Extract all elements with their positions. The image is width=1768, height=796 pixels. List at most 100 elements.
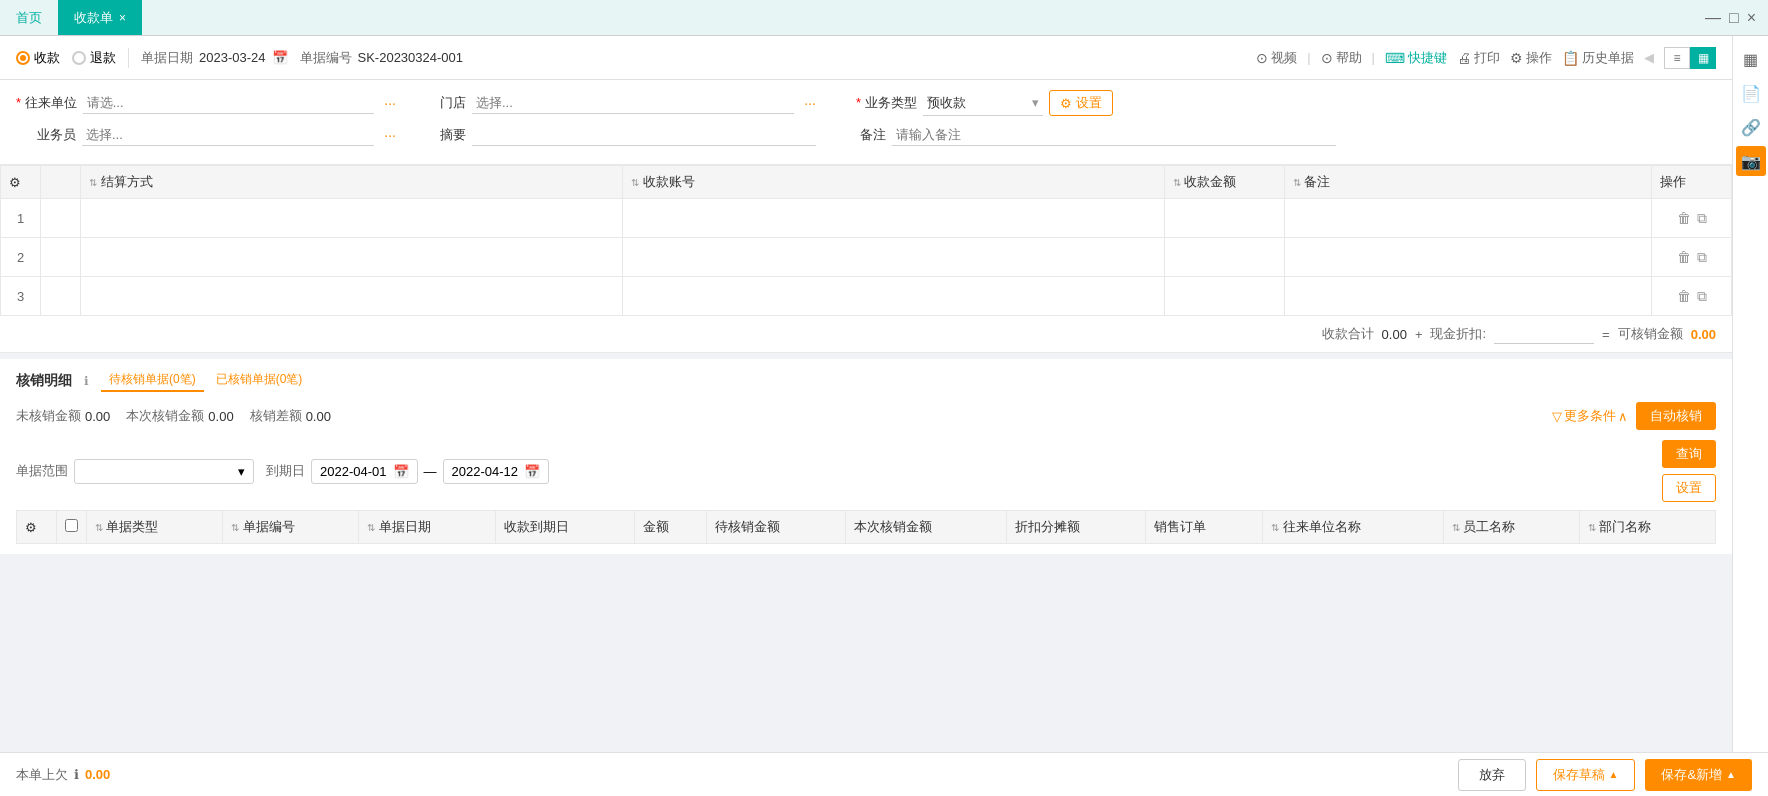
summary-input[interactable] bbox=[472, 124, 816, 146]
auto-verification-btn[interactable]: 自动核销 bbox=[1636, 402, 1716, 430]
save-new-btn[interactable]: 保存&新增 ▲ bbox=[1645, 759, 1752, 791]
row-2-settlement[interactable] bbox=[81, 238, 623, 277]
unverified-value: 0.00 bbox=[85, 409, 110, 424]
row-2-account[interactable] bbox=[622, 238, 1164, 277]
row-1-account[interactable] bbox=[622, 199, 1164, 238]
table-gear-header[interactable]: ⚙ bbox=[1, 166, 41, 199]
row-1-settlement[interactable] bbox=[81, 199, 623, 238]
layout-list-btn[interactable]: ≡ bbox=[1664, 47, 1690, 69]
layout-grid-btn[interactable]: ▦ bbox=[1690, 47, 1716, 69]
close-icon[interactable]: × bbox=[1747, 9, 1756, 27]
row-3-account[interactable] bbox=[622, 277, 1164, 316]
row-2-notes[interactable] bbox=[1284, 238, 1651, 277]
operation-btn[interactable]: ⚙ 操作 bbox=[1510, 49, 1552, 67]
unverified-stat: 未核销金额 0.00 bbox=[16, 407, 110, 425]
video-btn[interactable]: ⊙ 视频 bbox=[1256, 49, 1297, 67]
total-label: 收款合计 bbox=[1322, 325, 1374, 343]
table-row: 1 🗑 ⧉ bbox=[1, 199, 1732, 238]
copy-icon-1[interactable]: ⧉ bbox=[1697, 210, 1707, 227]
main-content: 收款 退款 单据日期 2023-03-24 📅 单据编号 SK-20230324… bbox=[0, 36, 1732, 752]
maximize-icon[interactable]: □ bbox=[1729, 9, 1739, 27]
operation-label: 操作 bbox=[1526, 49, 1552, 67]
discount-col-label: 折扣分摊额 bbox=[1015, 519, 1080, 534]
ver-settings-btn[interactable]: 设置 bbox=[1662, 474, 1716, 502]
unverified-label: 未核销金额 bbox=[16, 407, 81, 425]
notes-header: ⇅ 备注 bbox=[1284, 166, 1651, 199]
sidebar-camera-icon[interactable]: 📷 bbox=[1736, 146, 1766, 176]
tab-close-icon[interactable]: × bbox=[119, 11, 126, 25]
bottom-checkbox-header[interactable] bbox=[57, 511, 87, 544]
sidebar-doc-icon[interactable]: 📄 bbox=[1736, 78, 1766, 108]
plus-sign: + bbox=[1415, 327, 1423, 342]
number-field: 单据编号 SK-20230324-001 bbox=[300, 49, 464, 67]
select-all-checkbox[interactable] bbox=[65, 519, 78, 532]
minimize-icon[interactable]: — bbox=[1705, 9, 1721, 27]
row-3-notes[interactable] bbox=[1284, 277, 1651, 316]
amount-label: 收款金额 bbox=[1184, 174, 1236, 189]
print-btn[interactable]: 🖨 打印 bbox=[1457, 49, 1500, 67]
abandon-btn[interactable]: 放弃 bbox=[1458, 759, 1526, 791]
notes-input[interactable] bbox=[892, 124, 1336, 146]
row-1-notes[interactable] bbox=[1284, 199, 1651, 238]
history-btn[interactable]: 📋 历史单据 bbox=[1562, 49, 1634, 67]
delete-icon-1[interactable]: 🗑 bbox=[1677, 210, 1691, 226]
row-3-settlement[interactable] bbox=[81, 277, 623, 316]
info-icon[interactable]: ℹ bbox=[84, 374, 89, 388]
business-type-select[interactable]: 预收款 ▾ bbox=[923, 91, 1043, 116]
save-draft-btn[interactable]: 保存草稿 ▲ bbox=[1536, 759, 1636, 791]
range-select[interactable]: ▾ bbox=[74, 459, 254, 484]
operation-icon: ⚙ bbox=[1510, 50, 1523, 66]
delete-icon-3[interactable]: 🗑 bbox=[1677, 288, 1691, 304]
shortcut-btn[interactable]: ⌨ 快捷键 bbox=[1385, 49, 1447, 67]
copy-icon-3[interactable]: ⧉ bbox=[1697, 288, 1707, 305]
row-1-amount[interactable] bbox=[1164, 199, 1284, 238]
type-col-label: 单据类型 bbox=[106, 519, 158, 534]
sidebar-grid-icon[interactable]: ▦ bbox=[1736, 44, 1766, 74]
delete-icon-2[interactable]: 🗑 bbox=[1677, 249, 1691, 265]
equals-sign: = bbox=[1602, 327, 1610, 342]
date-to-input[interactable]: 2022-04-12 📅 bbox=[443, 459, 550, 484]
pending-tab[interactable]: 待核销单据(0笔) bbox=[101, 369, 204, 392]
row-3-empty1 bbox=[41, 277, 81, 316]
dept-header: ⇅ 部门名称 bbox=[1579, 511, 1715, 544]
refund-radio[interactable]: 退款 bbox=[72, 49, 116, 67]
sidebar-link-icon[interactable]: 🔗 bbox=[1736, 112, 1766, 142]
settings-btn[interactable]: ⚙ 设置 bbox=[1049, 90, 1113, 116]
refund-label: 退款 bbox=[90, 49, 116, 67]
store-more-btn[interactable]: ··· bbox=[804, 95, 816, 111]
tab-links: 待核销单据(0笔) 已核销单据(0笔) bbox=[101, 369, 310, 392]
tab-current[interactable]: 收款单 × bbox=[58, 0, 142, 35]
toolbar-right: ⊙ 视频 | ⊙ 帮助 | ⌨ 快捷键 🖨 打印 ⚙ 操作 📋 bbox=[1256, 47, 1716, 69]
prev-info-icon[interactable]: ℹ bbox=[74, 767, 79, 782]
tab-home[interactable]: 首页 bbox=[0, 0, 58, 35]
salesperson-more-btn[interactable]: ··· bbox=[384, 127, 396, 143]
store-input[interactable] bbox=[472, 92, 794, 114]
save-draft-arrow-icon: ▲ bbox=[1609, 769, 1619, 780]
save-draft-label: 保存草稿 bbox=[1553, 766, 1605, 784]
more-conditions-btn[interactable]: ▽ 更多条件 ∧ bbox=[1552, 407, 1628, 425]
salesperson-field: 业务员 ··· bbox=[16, 124, 396, 146]
bottom-gear-header[interactable]: ⚙ bbox=[17, 511, 57, 544]
help-btn[interactable]: ⊙ 帮助 bbox=[1321, 49, 1362, 67]
employee-header: ⇅ 员工名称 bbox=[1443, 511, 1579, 544]
date-range-field: 到期日 2022-04-01 📅 — 2022-04-12 📅 bbox=[266, 459, 549, 484]
row-2-amount[interactable] bbox=[1164, 238, 1284, 277]
receivable-label: 可核销金额 bbox=[1618, 325, 1683, 343]
copy-icon-2[interactable]: ⧉ bbox=[1697, 249, 1707, 266]
discount-input[interactable] bbox=[1494, 324, 1594, 344]
salesperson-input[interactable] bbox=[82, 124, 374, 146]
salesperson-label: 业务员 bbox=[16, 126, 76, 144]
query-btn[interactable]: 查询 bbox=[1662, 440, 1716, 468]
order-col-label: 销售订单 bbox=[1154, 519, 1206, 534]
calendar-icon[interactable]: 📅 bbox=[272, 50, 288, 65]
video-icon: ⊙ bbox=[1256, 50, 1268, 66]
done-tab[interactable]: 已核销单据(0笔) bbox=[208, 369, 311, 392]
receipt-radio[interactable]: 收款 bbox=[16, 49, 60, 67]
date-from-input[interactable]: 2022-04-01 📅 bbox=[311, 459, 418, 484]
partner-input[interactable] bbox=[83, 92, 375, 114]
shortcut-icon: ⌨ bbox=[1385, 50, 1405, 66]
date-field: 单据日期 2023-03-24 📅 bbox=[141, 49, 288, 67]
total-value: 0.00 bbox=[1382, 327, 1407, 342]
partner-more-btn[interactable]: ··· bbox=[384, 95, 396, 111]
row-3-amount[interactable] bbox=[1164, 277, 1284, 316]
